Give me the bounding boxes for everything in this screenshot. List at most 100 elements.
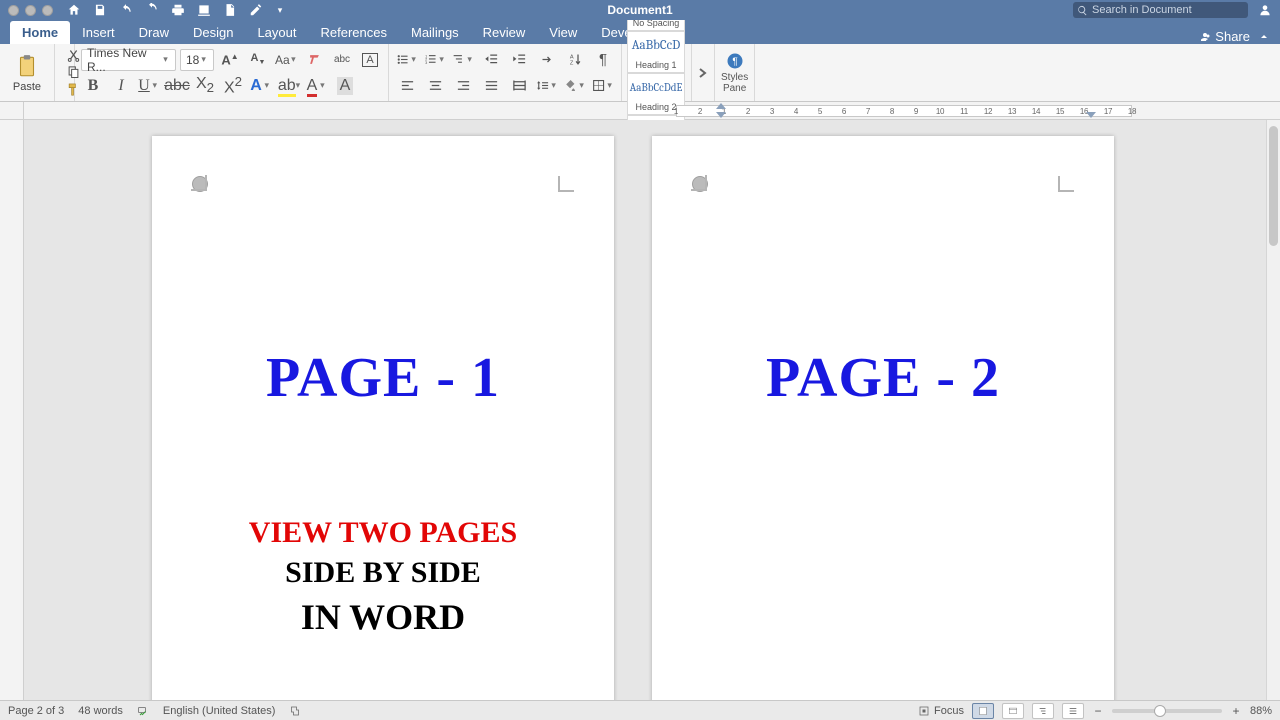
numbering-button[interactable]: 123▾ xyxy=(423,49,447,71)
character-border-button[interactable]: A xyxy=(358,49,382,71)
right-indent-icon[interactable] xyxy=(1086,112,1096,118)
spell-check-status[interactable] xyxy=(137,705,149,717)
tab-draw[interactable]: Draw xyxy=(127,21,181,44)
distributed-icon xyxy=(512,78,527,93)
increase-font-size-button[interactable]: A▲ xyxy=(218,49,242,71)
highlight-color-button[interactable]: ab▾ xyxy=(277,75,301,97)
increase-indent-button[interactable] xyxy=(507,49,531,71)
sort-button[interactable]: AZ xyxy=(563,49,587,71)
font-size-selector[interactable]: 18▾ xyxy=(180,49,214,71)
tab-insert[interactable]: Insert xyxy=(70,21,127,44)
superscript-button[interactable]: X2 xyxy=(221,75,245,97)
line-spacing-icon xyxy=(536,78,549,93)
align-center-button[interactable] xyxy=(423,75,447,97)
tab-layout[interactable]: Layout xyxy=(245,21,308,44)
align-right-button[interactable] xyxy=(451,75,475,97)
page-2[interactable]: PAGE - 2 xyxy=(652,136,1114,700)
tab-home[interactable]: Home xyxy=(10,21,70,44)
focus-mode-button[interactable]: Focus xyxy=(918,705,964,717)
first-line-indent-icon[interactable] xyxy=(716,103,726,109)
margin-corner-icon xyxy=(1058,176,1074,192)
bullets-button[interactable]: ▾ xyxy=(395,49,419,71)
align-center-icon xyxy=(428,78,443,93)
draft-view-button[interactable] xyxy=(1062,703,1084,719)
share-button[interactable]: Share xyxy=(1199,29,1250,44)
ltr-direction-button[interactable] xyxy=(535,49,559,71)
font-name-value: Times New R... xyxy=(87,46,161,74)
line-spacing-button[interactable]: ▾ xyxy=(535,75,559,97)
svg-text:Z: Z xyxy=(569,61,573,67)
print-icon[interactable] xyxy=(171,3,185,17)
character-shading-button[interactable]: A xyxy=(333,75,357,97)
search-input[interactable]: Search in Document xyxy=(1073,2,1248,18)
bold-button[interactable]: B xyxy=(81,75,105,97)
show-paragraph-marks-button[interactable]: ¶ xyxy=(591,49,615,71)
undo-icon[interactable] xyxy=(119,3,133,17)
strikethrough-button[interactable]: abc xyxy=(165,75,189,97)
paste-button[interactable]: Paste xyxy=(6,53,48,93)
change-case-button[interactable]: Aa▾ xyxy=(274,49,298,71)
account-icon[interactable] xyxy=(1258,3,1272,17)
shading-icon xyxy=(564,78,577,93)
underline-button[interactable]: U▾ xyxy=(137,75,161,97)
styles-pane-button[interactable]: ¶ Styles Pane xyxy=(715,44,755,101)
tab-design[interactable]: Design xyxy=(181,21,245,44)
zoom-out-button[interactable]: − xyxy=(1092,704,1104,718)
svg-text:¶: ¶ xyxy=(732,56,737,67)
title-bar: ▾ Document1 Search in Document xyxy=(0,0,1280,20)
save-icon[interactable] xyxy=(93,3,107,17)
shading-button[interactable]: ▾ xyxy=(563,75,587,97)
web-layout-view-button[interactable] xyxy=(1002,703,1024,719)
align-left-button[interactable] xyxy=(395,75,419,97)
justify-button[interactable] xyxy=(479,75,503,97)
tab-references[interactable]: References xyxy=(309,21,399,44)
subscript-button[interactable]: X2 xyxy=(193,75,217,97)
paste-label: Paste xyxy=(13,81,41,93)
new-document-icon[interactable] xyxy=(223,3,237,17)
home-icon[interactable] xyxy=(67,3,81,17)
tab-mailings[interactable]: Mailings xyxy=(399,21,471,44)
page-1[interactable]: PAGE - 1 VIEW TWO PAGES SIDE BY SIDE IN … xyxy=(152,136,614,700)
font-name-selector[interactable]: Times New R...▾ xyxy=(81,49,176,71)
vertical-ruler[interactable] xyxy=(0,120,24,700)
clear-formatting-button[interactable] xyxy=(302,49,326,71)
distributed-button[interactable] xyxy=(507,75,531,97)
style-heading-1[interactable]: AaBbCcDHeading 1 xyxy=(627,31,685,73)
hanging-indent-icon[interactable] xyxy=(716,112,726,118)
decrease-indent-button[interactable] xyxy=(479,49,503,71)
print-preview-icon[interactable] xyxy=(197,3,211,17)
track-changes-status[interactable] xyxy=(289,705,301,717)
redo-icon[interactable] xyxy=(145,3,159,17)
zoom-slider-thumb[interactable] xyxy=(1154,705,1166,717)
tab-review[interactable]: Review xyxy=(471,21,538,44)
styles-gallery-more[interactable] xyxy=(692,44,715,101)
italic-button[interactable]: I xyxy=(109,75,133,97)
word-count-status[interactable]: 48 words xyxy=(78,705,123,717)
close-window-icon[interactable] xyxy=(8,5,19,16)
language-status[interactable]: English (United States) xyxy=(163,705,276,717)
collapse-ribbon-icon[interactable] xyxy=(1258,31,1270,43)
text-effects-button[interactable]: A▾ xyxy=(249,75,273,97)
edit-icon[interactable] xyxy=(249,3,263,17)
borders-button[interactable]: ▾ xyxy=(591,75,615,97)
zoom-in-button[interactable]: + xyxy=(1230,704,1242,718)
track-changes-icon xyxy=(289,705,301,717)
scrollbar-thumb[interactable] xyxy=(1269,126,1278,246)
maximize-window-icon[interactable] xyxy=(42,5,53,16)
zoom-slider[interactable] xyxy=(1112,709,1222,713)
outline-view-button[interactable] xyxy=(1032,703,1054,719)
print-layout-view-button[interactable] xyxy=(972,703,994,719)
font-color-button[interactable]: A▾ xyxy=(305,75,329,97)
decrease-font-size-button[interactable]: A▼ xyxy=(246,49,270,71)
quick-access-customize-icon[interactable]: ▾ xyxy=(275,5,285,16)
horizontal-ruler[interactable]: 12123456789101112131415161718 xyxy=(0,102,1280,120)
zoom-level-label[interactable]: 88% xyxy=(1250,705,1272,717)
multilevel-list-button[interactable]: ▾ xyxy=(451,49,475,71)
page-number-status[interactable]: Page 2 of 3 xyxy=(8,705,64,717)
web-layout-icon xyxy=(1007,706,1019,716)
phonetic-guide-button[interactable]: abc xyxy=(330,49,354,71)
tab-view[interactable]: View xyxy=(537,21,589,44)
minimize-window-icon[interactable] xyxy=(25,5,36,16)
vertical-scrollbar[interactable] xyxy=(1266,120,1280,700)
quick-access-toolbar: ▾ xyxy=(53,3,285,17)
